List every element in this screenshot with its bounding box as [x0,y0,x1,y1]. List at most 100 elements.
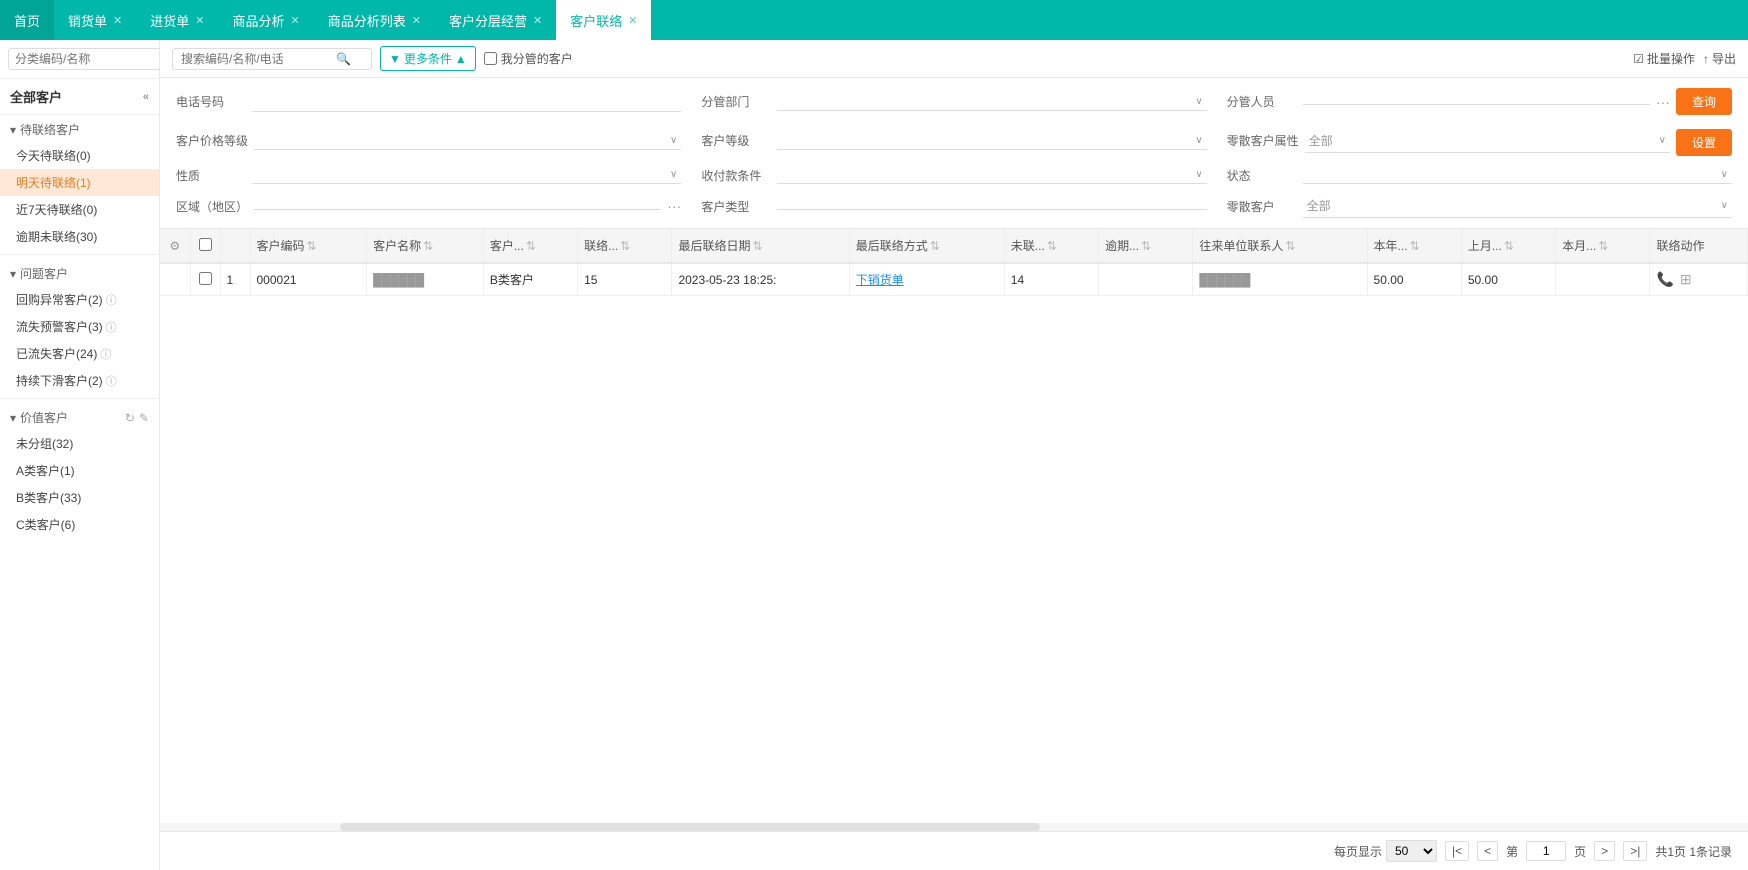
sort-icon[interactable]: ⇅ [1285,239,1295,253]
nav-item-首页[interactable]: 首页 [0,0,54,40]
last-page-button[interactable]: >| [1623,841,1647,861]
gear-icon[interactable]: ⚙ [169,239,180,253]
search-icon[interactable]: 🔍 [336,52,351,66]
more-filters-button[interactable]: ▼ 更多条件 ▲ [380,46,476,71]
price-level-select[interactable]: ∨ [254,132,681,150]
th-code: 客户编码⇅ [250,229,367,263]
manager-select[interactable] [1303,98,1650,105]
edit-icon[interactable]: ✎ [139,411,149,425]
info-icon: ⓘ [106,373,117,389]
sort-icon[interactable]: ⇅ [1141,239,1151,253]
settings-button[interactable]: 设置 [1676,129,1732,156]
close-icon[interactable]: ✕ [628,14,637,27]
th-contact-action: 联络动作 [1650,229,1748,263]
th-unit-contact: 往来单位联系人⇅ [1193,229,1367,263]
nav-item-商品分析[interactable]: 商品分析✕ [218,0,313,40]
first-page-button[interactable]: |< [1445,841,1469,861]
region-select[interactable] [254,203,661,210]
sort-icon[interactable]: ⇅ [752,239,762,253]
sort-icon[interactable]: ⇅ [1598,239,1608,253]
close-icon[interactable]: ✕ [291,14,300,27]
per-page-select[interactable]: 50 100 200 [1386,840,1437,862]
table-row: 1 000021 ██████ B类客户 15 2023-05-23 18:25… [160,263,1748,296]
sidebar-all-customers[interactable]: 全部客户 « [0,79,159,115]
th-overdue: 逾期...⇅ [1099,229,1193,263]
sidebar-item-c-class[interactable]: C类客户(6) [0,511,159,538]
scrollbar-area[interactable] [160,823,1748,831]
sidebar-item-churn-warning[interactable]: 流失预警客户(3) ⓘ [0,313,159,340]
all-customers-label: 全部客户 [10,87,62,106]
sidebar-item-overdue[interactable]: 逾期未联络(30) [0,223,159,250]
sidebar-item-a-class[interactable]: A类客户(1) [0,457,159,484]
sidebar-item-declining[interactable]: 持续下滑客户(2) ⓘ [0,367,159,394]
horizontal-scrollbar[interactable] [340,823,1040,831]
select-all-checkbox[interactable] [199,238,212,251]
nav-item-进货单[interactable]: 进货单✕ [136,0,218,40]
next-page-button[interactable]: > [1594,841,1615,861]
retail-attr-value: 全部 [1309,132,1659,149]
sort-icon[interactable]: ⇅ [930,239,940,253]
prev-page-button[interactable]: < [1477,841,1498,861]
chevron-down-icon: ∨ [1195,169,1202,180]
divider [0,254,159,255]
divider [0,398,159,399]
nav-item-客户联络[interactable]: 客户联络✕ [556,0,651,40]
nav-item-销货单[interactable]: 销货单✕ [54,0,136,40]
nav-item-商品分析列表[interactable]: 商品分析列表✕ [314,0,435,40]
table-header-row: ⚙ 客户编码⇅ 客户名称⇅ 客户...⇅ [160,229,1748,263]
phone-input[interactable] [252,91,681,112]
status-select[interactable]: ∨ [1303,166,1732,184]
sort-icon[interactable]: ⇅ [1047,239,1057,253]
gender-select[interactable]: ∨ [252,166,681,184]
action-icons: 📞 ⊞ [1656,271,1741,288]
sidebar-item-b-class[interactable]: B类客户(33) [0,484,159,511]
sidebar-item-abnormal[interactable]: 回购异常客户(2) ⓘ [0,286,159,313]
export-button[interactable]: ↑ 导出 [1703,50,1736,67]
row-contact-action: 📞 ⊞ [1650,263,1748,296]
row-checkbox[interactable] [199,272,212,285]
bulk-ops-button[interactable]: ☑ 批量操作 [1633,50,1695,67]
sidebar-item-tomorrow[interactable]: 明天待联络(1) [0,169,159,196]
sort-icon[interactable]: ⇅ [423,239,433,253]
sort-icon[interactable]: ⇅ [620,239,630,253]
filter-retail-customer: 零散客户 全部 ∨ [1227,194,1732,218]
sidebar-search-input[interactable] [8,48,160,70]
sidebar-item-ungroup[interactable]: 未分组(32) [0,430,159,457]
close-icon[interactable]: ✕ [533,14,542,27]
retail-customer-select[interactable]: 全部 ∨ [1303,194,1732,218]
grid-action-icon[interactable]: ⊞ [1680,271,1692,288]
sort-icon[interactable]: ⇅ [1504,239,1514,253]
dept-select[interactable]: ∨ [777,93,1206,111]
chevron-down-icon: ∨ [670,135,677,146]
payment-label: 收付款条件 [701,167,771,184]
sidebar-item-churned[interactable]: 已流失客户(24) ⓘ [0,340,159,367]
page-number-input[interactable] [1526,841,1566,861]
customer-type-select[interactable] [777,203,1206,210]
th-settings: ⚙ [160,229,190,263]
customer-level-select[interactable]: ∨ [777,132,1206,150]
region-dots[interactable]: ··· [667,198,681,214]
sidebar-item-today[interactable]: 今天待联络(0) [0,142,159,169]
refresh-icon[interactable]: ↻ [125,411,135,425]
chevron-down-icon: ∨ [1721,200,1728,211]
my-customers-checkbox[interactable] [484,52,497,65]
last-method-link[interactable]: 下销货单 [856,273,904,287]
sort-icon[interactable]: ⇅ [526,239,536,253]
manager-dots[interactable]: ··· [1656,94,1670,110]
sort-icon[interactable]: ⇅ [307,239,317,253]
retail-customer-label: 零散客户 [1227,198,1297,215]
retail-attr-select[interactable]: 全部 ∨ [1305,129,1670,153]
filter-phone: 电话号码 [176,91,681,112]
sort-icon[interactable]: ⇅ [1410,239,1420,253]
search-input[interactable] [181,52,336,66]
my-customers-checkbox-label[interactable]: 我分管的客户 [484,50,573,67]
sidebar-item-7days[interactable]: 近7天待联络(0) [0,196,159,223]
nav-item-客户分层经营[interactable]: 客户分层经营✕ [435,0,556,40]
close-icon[interactable]: ✕ [412,14,421,27]
close-icon[interactable]: ✕ [113,14,122,27]
payment-select[interactable]: ∨ [777,166,1206,184]
phone-action-icon[interactable]: 📞 [1656,271,1673,288]
close-icon[interactable]: ✕ [195,14,204,27]
query-button[interactable]: 查询 [1676,88,1732,115]
chevron-down-icon: ∨ [1721,169,1728,180]
